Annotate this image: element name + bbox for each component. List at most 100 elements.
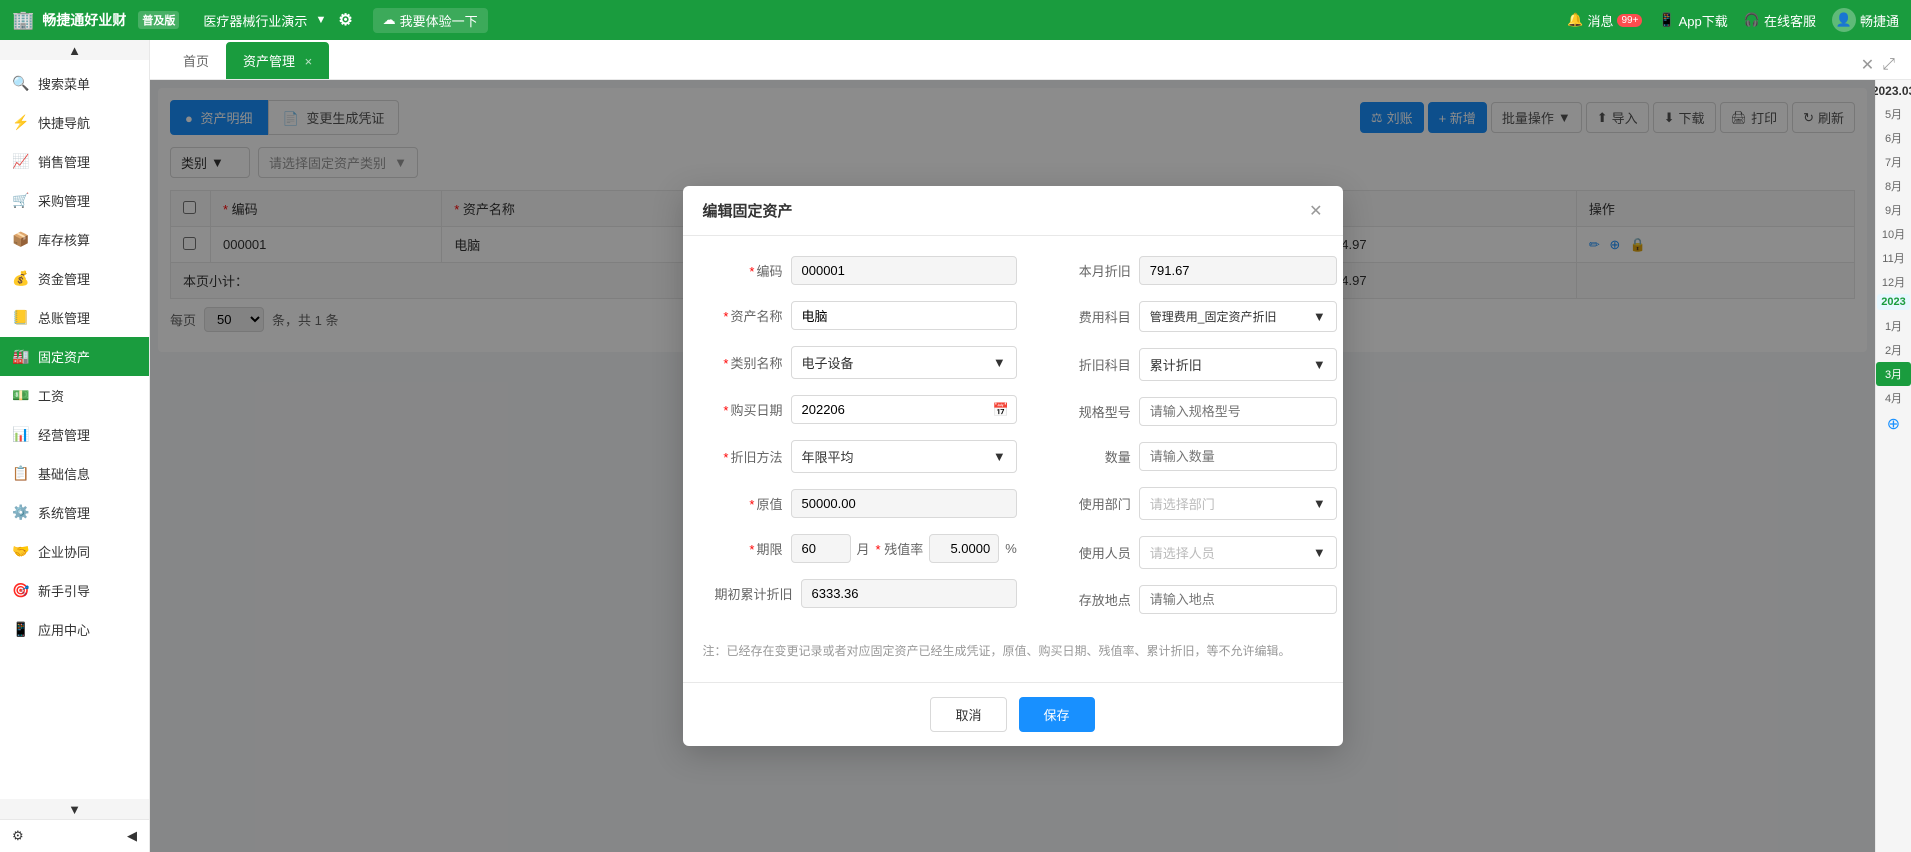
sidebar-item-sales[interactable]: 📈 销售管理 [0, 142, 149, 181]
chevron-dept-icon: ▼ [1313, 496, 1326, 511]
cal-month-8[interactable]: 8月 [1876, 174, 1911, 198]
sidebar-menu: 🔍 搜索菜单 ⚡ 快捷导航 📈 销售管理 🛒 采购管理 📦 库存核算 [0, 60, 149, 799]
tab-asset-mgmt[interactable]: 资产管理 × [226, 42, 329, 79]
notification-btn[interactable]: 🔔 消息 99+ [1567, 11, 1642, 30]
cal-month-1[interactable]: 1月 [1876, 314, 1911, 338]
save-button[interactable]: 保存 [1019, 697, 1095, 732]
inventory-icon: 📦 [12, 231, 30, 249]
modal-note: 注：已经存在变更记录或者对应固定资产已经生成凭证，原值、购买日期、残值率、累计折… [703, 642, 1323, 661]
cal-year: 2023.03 [1872, 84, 1911, 98]
cal-month-9[interactable]: 9月 [1876, 198, 1911, 222]
sidebar-item-purchase[interactable]: 🛒 采购管理 [0, 181, 149, 220]
sidebar-item-payroll[interactable]: 💵 工资 [0, 376, 149, 415]
initial-accumulated-input[interactable] [801, 579, 1017, 608]
edit-asset-modal: 编辑固定资产 ✕ * [683, 186, 1343, 745]
depreciation-account-label: 折旧科目 [1041, 355, 1131, 374]
person-placeholder: 请选择人员 [1150, 543, 1215, 562]
edition-tag: 普及版 [138, 11, 179, 29]
sidebar-item-collaboration[interactable]: 🤝 企业协同 [0, 532, 149, 571]
online-service-btn[interactable]: 🎧 在线客服 [1744, 11, 1816, 30]
sidebar-item-label: 库存核算 [38, 230, 90, 249]
sidebar-item-finance[interactable]: 💰 资金管理 [0, 259, 149, 298]
sidebar-item-label: 企业协同 [38, 542, 90, 561]
spec-input[interactable] [1139, 397, 1337, 426]
sidebar-item-app-center[interactable]: 📱 应用中心 [0, 610, 149, 649]
sidebar-item-ledger[interactable]: 📒 总账管理 [0, 298, 149, 337]
bell-icon: 🔔 [1567, 12, 1583, 28]
sidebar-item-label: 固定资产 [38, 347, 90, 366]
code-input[interactable] [791, 256, 1017, 285]
sidebar-item-basic-info[interactable]: 📋 基础信息 [0, 454, 149, 493]
sidebar-item-label: 系统管理 [38, 503, 90, 522]
settings-icon[interactable]: ⚙ [338, 10, 352, 30]
calendar-icon[interactable]: 📅 [993, 402, 1009, 418]
quantity-input[interactable] [1139, 442, 1337, 471]
cal-month-6[interactable]: 6月 [1876, 126, 1911, 150]
location-input[interactable] [1139, 585, 1337, 614]
cal-month-10[interactable]: 10月 [1876, 222, 1911, 246]
sidebar-settings: ⚙ ◀ [0, 819, 149, 852]
sidebar-item-guide[interactable]: 🎯 新手引导 [0, 571, 149, 610]
download-icon: 📱 [1658, 12, 1674, 28]
residual-rate-input[interactable] [929, 534, 999, 563]
tab-home[interactable]: 首页 [166, 42, 226, 79]
cal-month-2[interactable]: 2月 [1876, 338, 1911, 362]
depreciation-account-select[interactable]: 累计折旧 ▼ [1139, 348, 1337, 381]
code-label: *编码 [703, 261, 783, 280]
tab-expand-icon[interactable]: ⤢ [1882, 56, 1895, 74]
sidebar-item-quick-nav[interactable]: ⚡ 快捷导航 [0, 103, 149, 142]
cal-month-11[interactable]: 11月 [1876, 246, 1911, 270]
sidebar-item-inventory[interactable]: 📦 库存核算 [0, 220, 149, 259]
person-select[interactable]: 请选择人员 ▼ [1139, 536, 1337, 569]
sidebar-item-search[interactable]: 🔍 搜索菜单 [0, 64, 149, 103]
cal-month-3[interactable]: 3月 [1876, 362, 1911, 386]
tab-close-all-icon[interactable]: ✕ [1861, 55, 1874, 75]
spec-label: 规格型号 [1041, 402, 1131, 421]
period-input[interactable] [791, 534, 851, 563]
purchase-date-input[interactable] [791, 395, 1017, 424]
basic-info-icon: 📋 [12, 465, 30, 483]
cal-month-5[interactable]: 5月 [1876, 102, 1911, 126]
cal-add-icon[interactable]: ⊕ [1887, 414, 1900, 434]
sidebar-item-system[interactable]: ⚙️ 系统管理 [0, 493, 149, 532]
modal-overlay: 编辑固定资产 ✕ * [150, 80, 1875, 852]
fixed-assets-icon: 🏭 [12, 348, 30, 366]
cal-month-12[interactable]: 12月 [1876, 270, 1911, 294]
cal-month-7[interactable]: 7月 [1876, 150, 1911, 174]
expense-account-select[interactable]: 管理费用_固定资产折旧 ▼ [1139, 301, 1337, 332]
settings-gear-icon[interactable]: ⚙ [12, 828, 24, 844]
purchase-date-input-wrapper: 📅 [791, 395, 1017, 424]
purchase-date-label: *购买日期 [703, 400, 783, 419]
initial-accumulated-label: 期初累计折旧 [703, 584, 793, 603]
headset-icon: 🎧 [1744, 12, 1760, 28]
user-avatar[interactable]: 👤 畅捷通 [1832, 8, 1899, 32]
industry-selector[interactable]: 医疗器械行业演示 [203, 11, 307, 30]
cancel-button[interactable]: 取消 [930, 697, 1006, 732]
department-select[interactable]: 请选择部门 ▼ [1139, 487, 1337, 520]
payroll-icon: 💵 [12, 387, 30, 405]
experience-btn[interactable]: ☁ 我要体验一下 [373, 8, 488, 33]
depreciation-method-select[interactable]: 年限平均 ▼ [791, 440, 1017, 473]
notification-badge: 99+ [1617, 14, 1642, 27]
sidebar-item-label: 应用中心 [38, 620, 90, 639]
category-select[interactable]: 电子设备 ▼ [791, 346, 1017, 379]
modal-close-btn[interactable]: ✕ [1309, 201, 1322, 221]
asset-name-input[interactable] [791, 301, 1017, 330]
system-icon: ⚙️ [12, 504, 30, 522]
monthly-depreciation-label: 本月折旧 [1041, 261, 1131, 280]
modal-body: *编码 *资产名称 [683, 236, 1343, 681]
app-download-btn[interactable]: 📱 App下载 [1658, 11, 1727, 30]
original-value-input[interactable] [791, 489, 1017, 518]
collapse-sidebar-btn[interactable]: ◀ [127, 828, 137, 844]
sales-icon: 📈 [12, 153, 30, 171]
sidebar-item-fixed-assets[interactable]: 🏭 固定资产 [0, 337, 149, 376]
tab-close-icon[interactable]: × [305, 54, 313, 69]
sidebar-scroll-down[interactable]: ▼ [0, 799, 149, 819]
operations-icon: 📊 [12, 426, 30, 444]
sidebar-item-operations[interactable]: 📊 经营管理 [0, 415, 149, 454]
monthly-depreciation-input[interactable] [1139, 256, 1337, 285]
cal-month-4[interactable]: 4月 [1876, 386, 1911, 410]
sidebar-scroll-up[interactable]: ▲ [0, 40, 149, 60]
sidebar-item-label: 工资 [38, 386, 64, 405]
quantity-label: 数量 [1041, 447, 1131, 466]
